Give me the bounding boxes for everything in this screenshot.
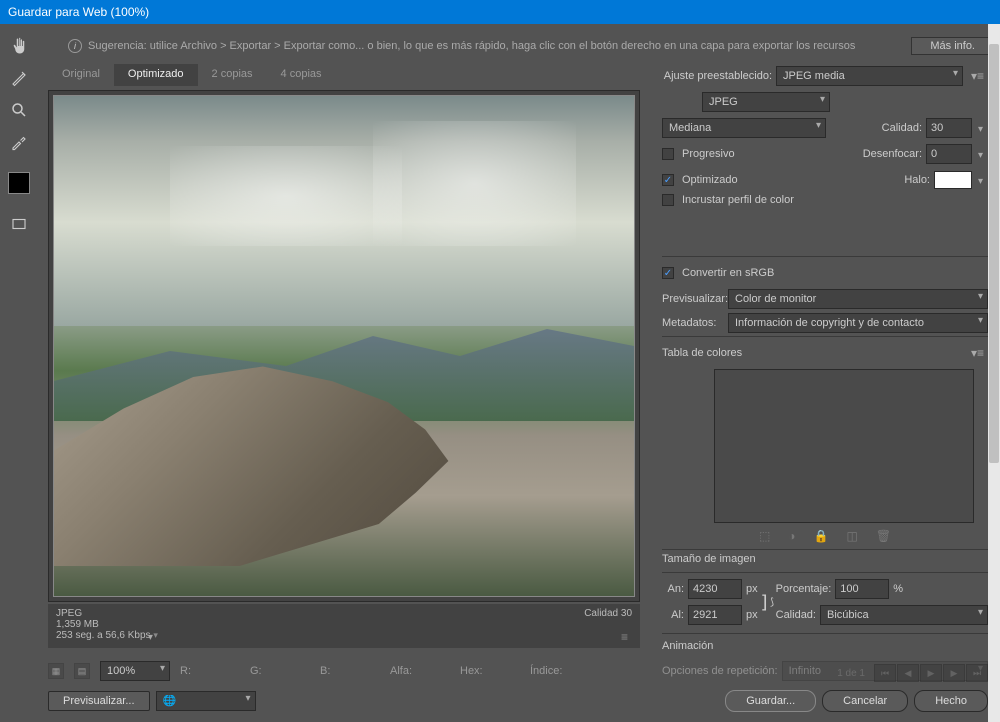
hand-tool-icon[interactable] — [7, 34, 31, 58]
window-scrollbar[interactable] — [988, 24, 1000, 722]
eyedropper-tool-icon[interactable] — [7, 130, 31, 154]
halo-label: Halo: — [904, 174, 930, 186]
anim-prev-icon: ◀ — [897, 664, 919, 682]
color-table-menu-icon[interactable]: ▾≡ — [967, 346, 988, 360]
zoom-select[interactable]: 100% — [100, 661, 170, 681]
tab-4copias[interactable]: 4 copias — [267, 64, 336, 86]
animation-title: Animación — [662, 636, 713, 656]
indice-readout: Índice: — [530, 665, 590, 677]
image-size-title: Tamaño de imagen — [662, 549, 756, 569]
done-button[interactable]: Hecho — [914, 690, 988, 712]
ct-shift-icon[interactable]: ◑ — [788, 529, 795, 543]
info-icon: i — [68, 39, 82, 53]
status-menu-icon[interactable]: ≡ — [617, 630, 632, 644]
resample-select[interactable]: Bicúbica — [820, 605, 988, 625]
quality-label: Calidad: — [882, 122, 922, 134]
animation-nav: 1 de 1 ⏮ ◀ ▶ ▶ ⏭ — [662, 664, 988, 682]
preview-select[interactable]: Color de monitor — [728, 289, 988, 309]
blur-input[interactable] — [926, 144, 972, 164]
progressive-label: Progresivo — [682, 148, 735, 160]
height-label: Al: — [662, 609, 684, 621]
cancel-button[interactable]: Cancelar — [822, 690, 908, 712]
width-input[interactable] — [688, 579, 742, 599]
embed-profile-label: Incrustar perfil de color — [682, 194, 794, 206]
blur-label: Desenfocar: — [863, 148, 922, 160]
format-select[interactable]: JPEG — [702, 92, 830, 112]
anim-last-icon: ⏭ — [966, 664, 988, 682]
alfa-readout: Alfa: — [390, 665, 450, 677]
percent-input[interactable] — [835, 579, 889, 599]
srgb-checkbox[interactable] — [662, 267, 674, 279]
ct-new-icon[interactable]: ◫ — [846, 529, 857, 543]
ct-delete-icon[interactable]: 🗑 — [876, 529, 891, 543]
link-dimensions-icon[interactable]: ]⟆ — [760, 592, 774, 613]
anim-play-icon: ▶ — [920, 664, 942, 682]
browser-select[interactable]: 🌐 — [156, 691, 256, 711]
preview-status-bar: JPEG Calidad 30 1,359 MB 253 seg. a 56,6 … — [48, 604, 640, 648]
preview-button[interactable]: Previsualizar... — [48, 691, 150, 711]
b-readout: B: — [320, 665, 380, 677]
optimized-label: Optimizado — [682, 174, 738, 186]
hint-bar: i Sugerencia: utilice Archivo > Exportar… — [38, 36, 1000, 56]
height-input[interactable] — [688, 605, 742, 625]
zoom-tool-icon[interactable] — [7, 98, 31, 122]
progressive-checkbox[interactable] — [662, 148, 674, 160]
anim-page: 1 de 1 — [837, 668, 865, 679]
r-readout: R: — [180, 665, 240, 677]
width-label: An: — [662, 583, 684, 595]
preview-image — [54, 96, 634, 596]
embed-profile-checkbox[interactable] — [662, 194, 674, 206]
tab-optimizado[interactable]: Optimizado — [114, 64, 198, 86]
preview-area[interactable] — [48, 90, 640, 602]
color-table — [714, 369, 974, 523]
title-bar: Guardar para Web (100%) — [0, 0, 1000, 24]
quality-mode-select[interactable]: Mediana — [662, 118, 826, 138]
quality-input[interactable] — [926, 118, 972, 138]
status-size: 1,359 MB — [56, 619, 632, 630]
anim-next-icon: ▶ — [943, 664, 965, 682]
tab-2copias[interactable]: 2 copias — [198, 64, 267, 86]
hex-readout: Hex: — [460, 665, 520, 677]
srgb-label: Convertir en sRGB — [682, 267, 774, 279]
tab-original[interactable]: Original — [48, 64, 114, 86]
ct-select-icon[interactable]: ⬚ — [759, 529, 770, 543]
status-quality: Calidad 30 — [584, 608, 632, 619]
foreground-color-swatch[interactable] — [8, 172, 30, 194]
ct-lock-icon[interactable]: 🔒 — [814, 529, 829, 543]
preset-menu-icon[interactable]: ▾≡ — [967, 69, 988, 83]
percent-unit: % — [893, 583, 903, 595]
status-time: 253 seg. a 56,6 Kbps — [56, 630, 151, 641]
g-readout: G: — [250, 665, 310, 677]
preset-select[interactable]: JPEG media — [776, 66, 963, 86]
optimized-checkbox[interactable] — [662, 174, 674, 186]
status-format: JPEG — [56, 608, 82, 619]
save-button[interactable]: Guardar... — [725, 690, 816, 712]
left-toolbar — [0, 24, 38, 722]
settings-panel: Ajuste preestablecido: JPEG media ▾≡ JPE… — [662, 64, 988, 685]
resample-label: Calidad: — [776, 609, 816, 621]
percent-label: Porcentaje: — [776, 583, 832, 595]
preview-tabs: Original Optimizado 2 copias 4 copias — [48, 64, 336, 86]
color-table-buttons: ⬚ ◑ 🔒 ◫ 🗑 — [662, 523, 988, 545]
preset-label: Ajuste preestablecido: — [662, 70, 772, 82]
halo-color[interactable] — [934, 171, 972, 189]
window-title: Guardar para Web (100%) — [8, 5, 149, 19]
anim-first-icon: ⏮ — [874, 664, 896, 682]
metadata-select[interactable]: Información de copyright y de contacto — [728, 313, 988, 333]
preview-label: Previsualizar: — [662, 293, 724, 305]
px-unit-2: px — [746, 609, 758, 621]
hex-toggle-icon[interactable]: ▦ — [48, 663, 64, 679]
metadata-label: Metadatos: — [662, 317, 724, 329]
hint-text: Sugerencia: utilice Archivo > Exportar >… — [88, 40, 905, 52]
hand-icon — [44, 37, 62, 55]
color-table-title: Tabla de colores — [662, 343, 742, 363]
footer-buttons: Previsualizar... 🌐 Guardar... Cancelar H… — [48, 688, 988, 714]
px-unit-1: px — [746, 583, 758, 595]
browser-dither-icon[interactable]: ▤ — [74, 663, 90, 679]
slice-tool-icon[interactable] — [7, 66, 31, 90]
more-info-button[interactable]: Más info. — [911, 37, 994, 55]
toggle-slices-icon[interactable] — [7, 212, 31, 236]
